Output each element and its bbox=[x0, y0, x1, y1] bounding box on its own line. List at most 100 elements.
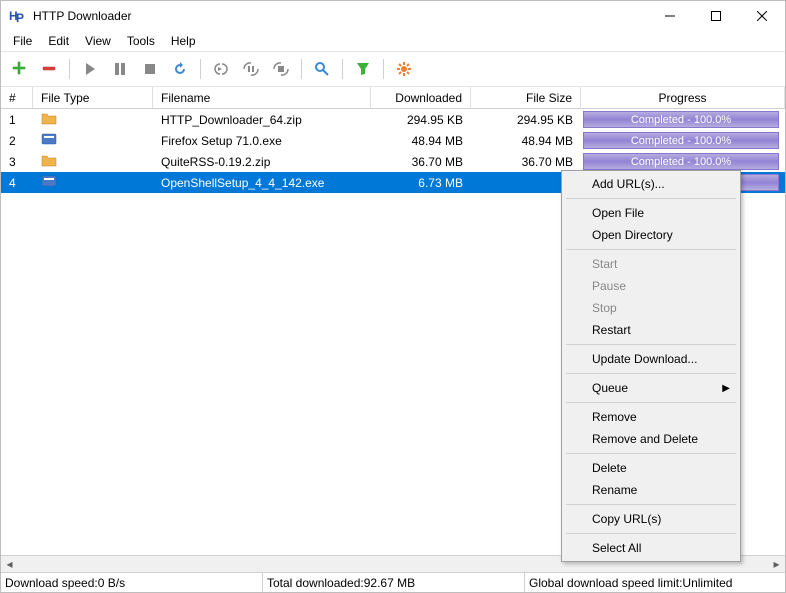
scroll-left-icon[interactable]: ◂ bbox=[1, 556, 18, 573]
restart-button[interactable] bbox=[168, 57, 192, 81]
search-button[interactable] bbox=[310, 57, 334, 81]
cell-progress: Completed - 100.0% bbox=[581, 130, 785, 151]
col-header-filetype[interactable]: File Type bbox=[33, 87, 153, 108]
cell-number: 2 bbox=[1, 130, 33, 151]
filetype-icon bbox=[41, 132, 57, 149]
context-menu-separator bbox=[566, 504, 736, 505]
menu-edit[interactable]: Edit bbox=[40, 32, 77, 50]
table-row[interactable]: 2Firefox Setup 71.0.exe48.94 MB48.94 MBC… bbox=[1, 130, 785, 151]
cell-filesize: 294.95 KB bbox=[471, 109, 581, 130]
table-row[interactable]: 3QuiteRSS-0.19.2.zip36.70 MB36.70 MBComp… bbox=[1, 151, 785, 172]
scroll-right-icon[interactable]: ▸ bbox=[768, 556, 785, 573]
status-speed-value: 0 B/s bbox=[98, 576, 125, 590]
window-controls bbox=[647, 1, 785, 31]
filetype-icon bbox=[41, 174, 57, 191]
status-speed: Download speed: 0 B/s bbox=[1, 573, 263, 592]
status-limit-label: Global download speed limit: bbox=[529, 576, 682, 590]
cell-filetype bbox=[33, 109, 153, 130]
filetype-icon bbox=[41, 111, 57, 128]
context-menu-separator bbox=[566, 533, 736, 534]
toolbar-separator bbox=[383, 59, 384, 79]
settings-button[interactable] bbox=[392, 57, 416, 81]
cell-number: 4 bbox=[1, 172, 33, 193]
context-menu-item[interactable]: Add URL(s)... bbox=[564, 173, 738, 195]
context-menu: Add URL(s)... Open FileOpen Directory Star… bbox=[561, 170, 741, 562]
context-menu-separator bbox=[566, 344, 736, 345]
app-icon: HP bbox=[9, 8, 25, 24]
context-menu-item[interactable]: Remove and Delete bbox=[564, 428, 738, 450]
cell-filesize: 36.70 MB bbox=[471, 151, 581, 172]
cell-progress: Completed - 100.0% bbox=[581, 151, 785, 172]
add-button[interactable] bbox=[7, 57, 31, 81]
context-menu-item[interactable]: Queue▶ bbox=[564, 377, 738, 399]
status-limit: Global download speed limit: Unlimited bbox=[525, 573, 785, 592]
context-menu-item[interactable]: Remove bbox=[564, 406, 738, 428]
menu-view[interactable]: View bbox=[77, 32, 119, 50]
remove-button[interactable] bbox=[37, 57, 61, 81]
cell-filename: QuiteRSS-0.19.2.zip bbox=[153, 151, 371, 172]
cell-progress: Completed - 100.0% bbox=[581, 109, 785, 130]
toolbar-separator bbox=[200, 59, 201, 79]
col-header-progress[interactable]: Progress bbox=[581, 87, 785, 108]
menu-file[interactable]: File bbox=[5, 32, 40, 50]
context-menu-item[interactable]: Copy URL(s) bbox=[564, 508, 738, 530]
progress-bar: Completed - 100.0% bbox=[583, 132, 779, 149]
main-window: HP HTTP Downloader File Edit View Tools … bbox=[0, 0, 786, 593]
cell-filetype bbox=[33, 130, 153, 151]
context-menu-item[interactable]: Update Download... bbox=[564, 348, 738, 370]
context-menu-item[interactable]: Delete bbox=[564, 457, 738, 479]
cell-filename: Firefox Setup 71.0.exe bbox=[153, 130, 371, 151]
start-all-button[interactable] bbox=[209, 57, 233, 81]
context-menu-item[interactable]: Open Directory bbox=[564, 224, 738, 246]
close-button[interactable] bbox=[739, 1, 785, 31]
context-menu-separator bbox=[566, 453, 736, 454]
cell-number: 1 bbox=[1, 109, 33, 130]
context-menu-separator bbox=[566, 198, 736, 199]
context-menu-item[interactable]: Restart bbox=[564, 319, 738, 341]
toolbar bbox=[1, 51, 785, 87]
col-header-filename[interactable]: Filename bbox=[153, 87, 371, 108]
minimize-button[interactable] bbox=[647, 1, 693, 31]
pause-button[interactable] bbox=[108, 57, 132, 81]
context-menu-item[interactable]: Rename bbox=[564, 479, 738, 501]
toolbar-separator bbox=[69, 59, 70, 79]
progress-bar: Completed - 100.0% bbox=[583, 111, 779, 128]
col-header-number[interactable]: # bbox=[1, 87, 33, 108]
start-button[interactable] bbox=[78, 57, 102, 81]
cell-downloaded: 6.73 MB bbox=[371, 172, 471, 193]
context-menu-item[interactable]: Open File bbox=[564, 202, 738, 224]
cell-downloaded: 36.70 MB bbox=[371, 151, 471, 172]
toolbar-separator bbox=[342, 59, 343, 79]
menubar: File Edit View Tools Help bbox=[1, 31, 785, 51]
menu-help[interactable]: Help bbox=[163, 32, 204, 50]
status-speed-label: Download speed: bbox=[5, 576, 98, 590]
context-menu-separator bbox=[566, 373, 736, 374]
cell-number: 3 bbox=[1, 151, 33, 172]
menu-tools[interactable]: Tools bbox=[119, 32, 163, 50]
stop-button[interactable] bbox=[138, 57, 162, 81]
maximize-button[interactable] bbox=[693, 1, 739, 31]
context-menu-item: Stop bbox=[564, 297, 738, 319]
cell-downloaded: 48.94 MB bbox=[371, 130, 471, 151]
col-header-downloaded[interactable]: Downloaded bbox=[371, 87, 471, 108]
svg-text:P: P bbox=[16, 11, 24, 24]
progress-bar: Completed - 100.0% bbox=[583, 153, 779, 170]
submenu-arrow-icon: ▶ bbox=[722, 383, 730, 394]
table-row[interactable]: 1HTTP_Downloader_64.zip294.95 KB294.95 K… bbox=[1, 109, 785, 130]
filetype-icon bbox=[41, 153, 57, 170]
status-total-value: 92.67 MB bbox=[364, 576, 415, 590]
context-menu-item[interactable]: Select All bbox=[564, 537, 738, 559]
toolbar-separator bbox=[301, 59, 302, 79]
cell-filetype bbox=[33, 151, 153, 172]
status-limit-value: Unlimited bbox=[682, 576, 732, 590]
context-menu-separator bbox=[566, 402, 736, 403]
status-total-label: Total downloaded: bbox=[267, 576, 364, 590]
table-header: # File Type Filename Downloaded File Siz… bbox=[1, 87, 785, 109]
context-menu-item: Start bbox=[564, 253, 738, 275]
cell-filesize: 48.94 MB bbox=[471, 130, 581, 151]
stop-all-button[interactable] bbox=[269, 57, 293, 81]
col-header-filesize[interactable]: File Size bbox=[471, 87, 581, 108]
cell-filename: OpenShellSetup_4_4_142.exe bbox=[153, 172, 371, 193]
filter-button[interactable] bbox=[351, 57, 375, 81]
pause-all-button[interactable] bbox=[239, 57, 263, 81]
